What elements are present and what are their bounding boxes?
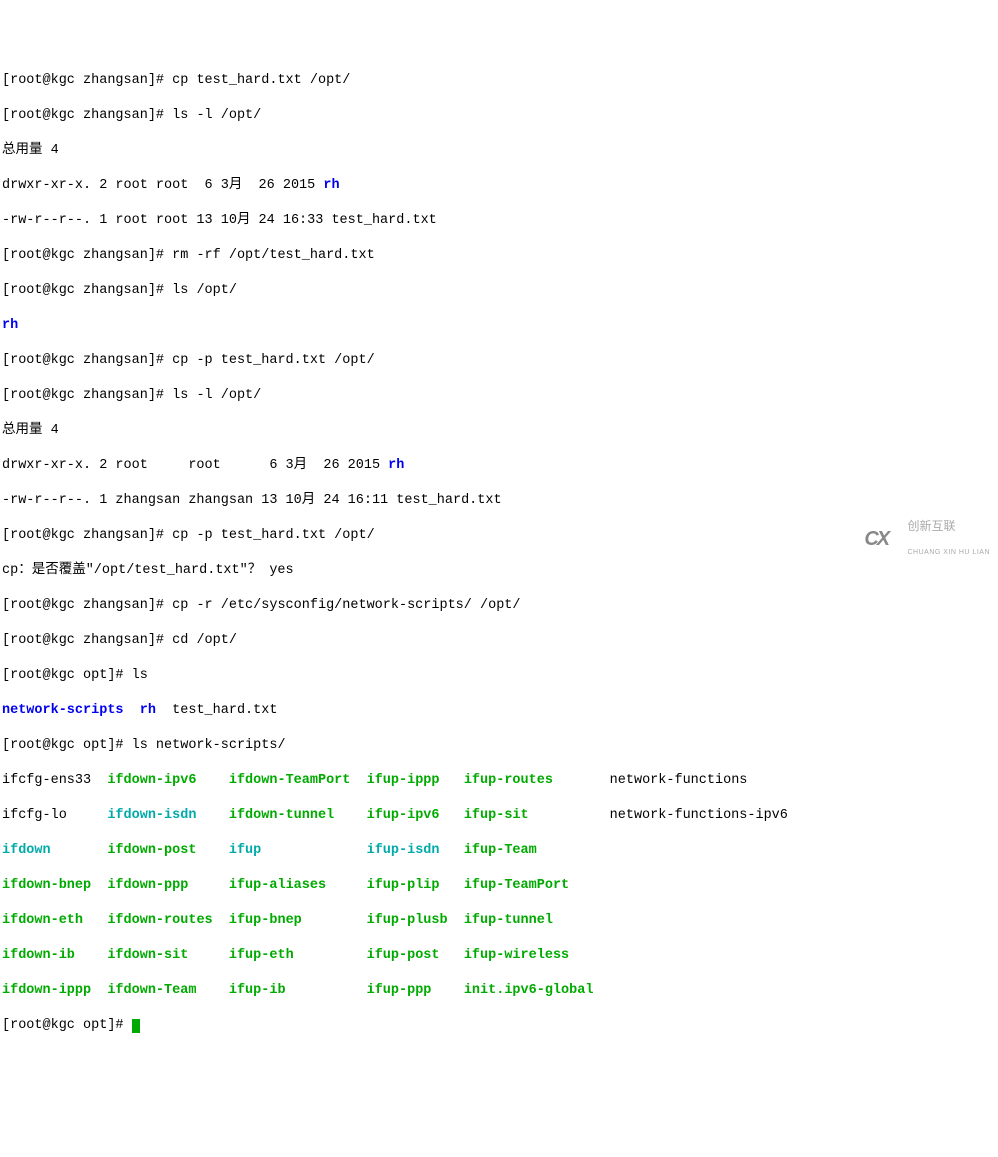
exec-name: ifup-bnep — [229, 913, 302, 928]
command: ls -l /opt/ — [172, 108, 261, 123]
exec-name: ifup-plusb — [367, 913, 448, 928]
command: cp -p test_hard.txt /opt/ — [172, 353, 375, 368]
exec-name: ifup-plip — [367, 878, 440, 893]
command: rm -rf /opt/test_hard.txt — [172, 248, 375, 263]
prompt: [root@kgc zhangsan]# — [2, 108, 172, 123]
link-name: ifdown — [2, 843, 51, 858]
file-name: network-functions — [610, 773, 748, 788]
exec-name: ifdown-sit — [107, 948, 188, 963]
prompt: [root@kgc zhangsan]# — [2, 353, 172, 368]
dir-name: rh — [388, 458, 404, 473]
ls-row: ifdown-eth ifdown-routes ifup-bnep ifup-… — [2, 912, 996, 930]
prompt: [root@kgc opt]# — [2, 738, 132, 753]
command: ls -l /opt/ — [172, 388, 261, 403]
output-total: 总用量 4 — [2, 422, 996, 440]
output-overwrite: cp：是否覆盖"/opt/test_hard.txt"？ yes — [2, 562, 996, 580]
output-file: -rw-r--r--. 1 zhangsan zhangsan 13 10月 2… — [2, 492, 996, 510]
exec-name: ifup-sit — [464, 808, 529, 823]
dir-name: rh — [323, 178, 339, 193]
watermark-logo-icon: CX — [864, 531, 888, 549]
link-name: ifup-isdn — [367, 843, 440, 858]
terminal-line: [root@kgc zhangsan]# rm -rf /opt/test_ha… — [2, 247, 996, 265]
terminal-line: [root@kgc zhangsan]# ls -l /opt/ — [2, 107, 996, 125]
exec-name: ifdown-post — [107, 843, 196, 858]
exec-name: ifdown-TeamPort — [229, 773, 351, 788]
terminal-line: [root@kgc opt]# ls — [2, 667, 996, 685]
command: cd /opt/ — [172, 633, 237, 648]
file-name: ifcfg-ens33 — [2, 773, 91, 788]
exec-name: ifdown-bnep — [2, 878, 91, 893]
exec-name: ifdown-eth — [2, 913, 83, 928]
command: cp test_hard.txt /opt/ — [172, 73, 350, 88]
exec-name: ifdown-ib — [2, 948, 75, 963]
ls-row: ifdown-ib ifdown-sit ifup-eth ifup-post … — [2, 947, 996, 965]
exec-name: ifup-routes — [464, 773, 553, 788]
exec-name: ifdown-routes — [107, 913, 212, 928]
prompt: [root@kgc zhangsan]# — [2, 73, 172, 88]
ls-row: ifdown ifdown-post ifup ifup-isdn ifup-T… — [2, 842, 996, 860]
output-dir: rh — [2, 317, 996, 335]
terminal-line: [root@kgc zhangsan]# cp test_hard.txt /o… — [2, 72, 996, 90]
exec-name: ifup-wireless — [464, 948, 569, 963]
exec-name: ifup-ippp — [367, 773, 440, 788]
terminal-line: [root@kgc zhangsan]# cd /opt/ — [2, 632, 996, 650]
exec-name: ifdown-ipv6 — [107, 773, 196, 788]
prompt: [root@kgc opt]# — [2, 668, 132, 683]
terminal-line-active[interactable]: [root@kgc opt]# — [2, 1017, 996, 1035]
output-dir: drwxr-xr-x. 2 root root 6 3月 26 2015 rh — [2, 177, 996, 195]
exec-name: ifup-ppp — [367, 983, 432, 998]
file-name: test_hard.txt — [172, 703, 277, 718]
exec-name: ifup-Team — [464, 843, 537, 858]
watermark-brand: 创新互联 — [907, 519, 955, 533]
command: cp -r /etc/sysconfig/network-scripts/ /o… — [172, 598, 520, 613]
prompt: [root@kgc zhangsan]# — [2, 248, 172, 263]
output-file: -rw-r--r--. 1 root root 13 10月 24 16:33 … — [2, 212, 996, 230]
exec-name: ifdown-tunnel — [229, 808, 334, 823]
exec-name: ifup-post — [367, 948, 440, 963]
link-name: ifup — [229, 843, 261, 858]
ls-row: ifcfg-ens33 ifdown-ipv6 ifdown-TeamPort … — [2, 772, 996, 790]
exec-name: ifup-ipv6 — [367, 808, 440, 823]
terminal-line: [root@kgc zhangsan]# ls /opt/ — [2, 282, 996, 300]
ls-row: ifcfg-lo ifdown-isdn ifdown-tunnel ifup-… — [2, 807, 996, 825]
link-name: ifdown-isdn — [107, 808, 196, 823]
ls-row: ifdown-bnep ifdown-ppp ifup-aliases ifup… — [2, 877, 996, 895]
file-name: ifcfg-lo — [2, 808, 67, 823]
command: ls /opt/ — [172, 283, 237, 298]
exec-name: ifdown-Team — [107, 983, 196, 998]
exec-name: ifup-eth — [229, 948, 294, 963]
ls-row: ifdown-ippp ifdown-Team ifup-ib ifup-ppp… — [2, 982, 996, 1000]
exec-name: ifup-ib — [229, 983, 286, 998]
prompt: [root@kgc zhangsan]# — [2, 388, 172, 403]
command: ls — [132, 668, 148, 683]
output-dir: drwxr-xr-x. 2 root root 6 3月 26 2015 rh — [2, 457, 996, 475]
dir-name: rh — [140, 703, 156, 718]
watermark-sub: CHUANG XIN HU LIAN — [907, 549, 990, 556]
prompt: [root@kgc zhangsan]# — [2, 633, 172, 648]
file-name: network-functions-ipv6 — [610, 808, 788, 823]
terminal-line: [root@kgc zhangsan]# cp -p test_hard.txt… — [2, 352, 996, 370]
prompt: [root@kgc opt]# — [2, 1018, 132, 1033]
output-total: 总用量 4 — [2, 142, 996, 160]
terminal-line: [root@kgc zhangsan]# cp -r /etc/sysconfi… — [2, 597, 996, 615]
exec-name: ifup-TeamPort — [464, 878, 569, 893]
exec-name: ifdown-ppp — [107, 878, 188, 893]
cursor-icon — [132, 1019, 140, 1033]
exec-name: ifup-tunnel — [464, 913, 553, 928]
prompt: [root@kgc zhangsan]# — [2, 528, 172, 543]
command: ls network-scripts/ — [132, 738, 286, 753]
terminal-line: [root@kgc zhangsan]# ls -l /opt/ — [2, 387, 996, 405]
watermark: CX 创新互联 CHUANG XIN HU LIAN — [864, 508, 990, 571]
output-ls: network-scripts rh test_hard.txt — [2, 702, 996, 720]
exec-name: init.ipv6-global — [464, 983, 594, 998]
terminal-line: [root@kgc zhangsan]# cp -p test_hard.txt… — [2, 527, 996, 545]
prompt: [root@kgc zhangsan]# — [2, 283, 172, 298]
exec-name: ifup-aliases — [229, 878, 326, 893]
terminal-line: [root@kgc opt]# ls network-scripts/ — [2, 737, 996, 755]
exec-name: ifdown-ippp — [2, 983, 91, 998]
prompt: [root@kgc zhangsan]# — [2, 598, 172, 613]
dir-name: network-scripts — [2, 703, 124, 718]
command: cp -p test_hard.txt /opt/ — [172, 528, 375, 543]
